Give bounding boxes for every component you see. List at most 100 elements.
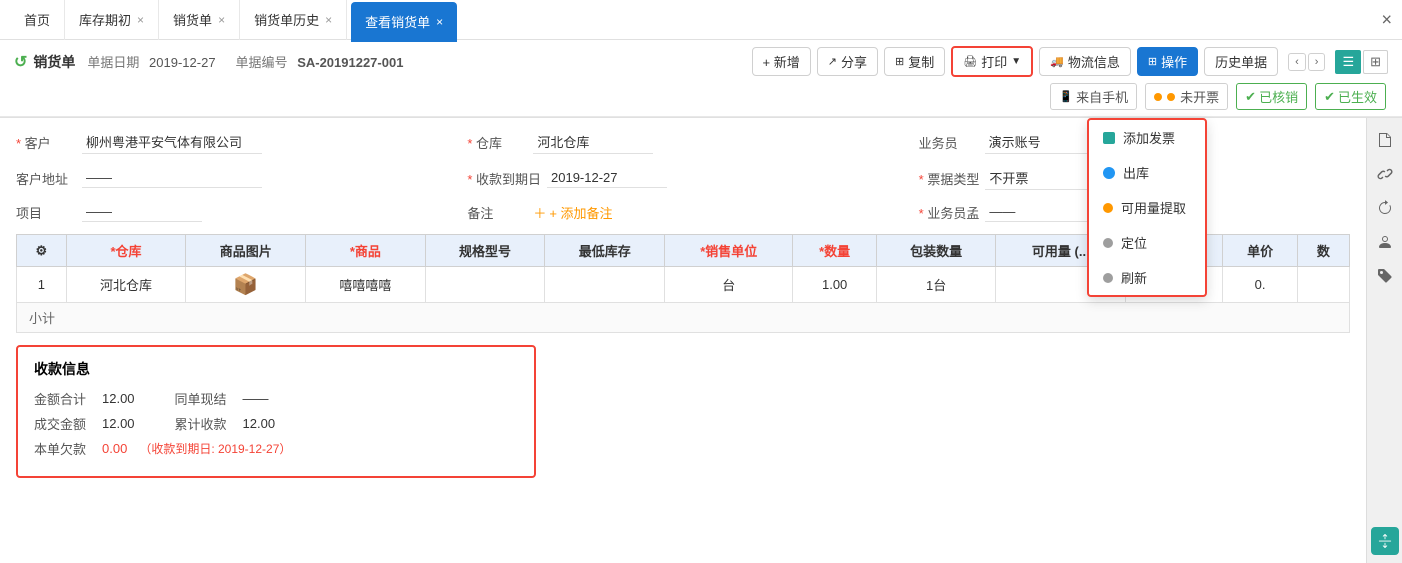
col-quantity: *数量 <box>793 235 876 267</box>
add-remark-btn[interactable]: ＋ + 添加备注 <box>533 203 612 222</box>
date-label: 单据日期 2019-12-27 <box>87 52 215 71</box>
same-order-value: —— <box>243 391 269 406</box>
row-index: 1 <box>17 267 67 303</box>
prev-doc-btn[interactable]: ‹ <box>1288 53 1306 71</box>
right-sidebar <box>1366 118 1402 563</box>
dropdown-locate[interactable]: 定位 <box>1089 225 1205 260</box>
customer-label: 客户 <box>16 133 76 152</box>
tab-close-sales-order[interactable]: × <box>218 13 225 27</box>
history-button[interactable]: 历史单据 <box>1204 47 1278 76</box>
add-invoice-icon <box>1103 132 1115 144</box>
nav-arrows: ‹ › <box>1288 53 1325 71</box>
dropdown-refresh[interactable]: 刷新 <box>1089 260 1205 295</box>
number-label: 单据编号 SA-20191227-001 <box>236 52 404 71</box>
tab-inventory-init[interactable]: 库存期初 × <box>65 0 159 40</box>
sidebar-expand-icon[interactable] <box>1371 527 1399 555</box>
customer-field: 客户 柳州粤港平安气体有限公司 <box>16 130 447 154</box>
staff-label: 业务员 <box>919 133 979 152</box>
col-unit: *销售单位 <box>665 235 793 267</box>
available-pick-icon <box>1103 203 1113 213</box>
address-label: 客户地址 <box>16 169 76 188</box>
dropdown-add-invoice[interactable]: 添加发票 <box>1089 120 1205 155</box>
locate-icon <box>1103 238 1113 248</box>
tab-bar: 首页 库存期初 × 销货单 × 销货单历史 × 查看销货单 × × <box>0 0 1402 40</box>
sidebar-user-icon[interactable] <box>1371 228 1399 256</box>
row-image: 📦 <box>186 267 306 303</box>
product-image-icon: 📦 <box>233 274 258 296</box>
cumulative-item: 累计收款 12.00 <box>175 414 276 433</box>
not-open-btn[interactable]: 未开票 <box>1145 83 1228 110</box>
tab-home[interactable]: 首页 <box>10 0 65 40</box>
operations-dropdown: 添加发票 出库 可用量提取 定位 刷新 <box>1087 118 1207 297</box>
remark-label: 备注 <box>467 203 527 222</box>
total-amount-value: 12.00 <box>102 391 135 406</box>
project-field: 项目 —— <box>16 202 447 222</box>
col-spec: 规格型号 <box>425 235 545 267</box>
address-field: 客户地址 —— <box>16 168 447 188</box>
warehouse-field: 仓库 河北仓库 <box>467 130 898 154</box>
tab-close-history[interactable]: × <box>325 13 332 27</box>
doc-title-area: ↺ 销货单 <box>14 52 75 72</box>
payment-box: 收款信息 金额合计 12.00 同单现结 —— 成交金额 12.00 累计收款 <box>16 345 536 478</box>
warehouse-value: 河北仓库 <box>533 130 653 154</box>
row-product: 嘻嘻嘻嘻 <box>306 267 426 303</box>
dropdown-available-pick[interactable]: 可用量提取 <box>1089 190 1205 225</box>
add-button[interactable]: + 新增 <box>752 47 811 76</box>
col-gear: ⚙ <box>17 235 67 267</box>
col-image: 商品图片 <box>186 235 306 267</box>
due-date-field: 收款到期日 2019-12-27 <box>467 168 898 188</box>
tab-sales-history[interactable]: 销货单历史 × <box>240 0 347 40</box>
transaction-value: 12.00 <box>102 416 135 431</box>
sidebar-rotate-icon[interactable] <box>1371 194 1399 222</box>
from-phone-btn[interactable]: 📱 来自手机 <box>1050 83 1137 110</box>
view-toggle: ☰ ⊞ <box>1335 50 1388 74</box>
grid-view-btn[interactable]: ⊞ <box>1363 50 1388 74</box>
payment-row-3: 本单欠款 0.00 （收款到期日: 2019-12-27） <box>34 439 518 458</box>
remark-field: 备注 ＋ + 添加备注 <box>467 203 898 222</box>
row-amount <box>1297 267 1349 303</box>
verify-btn[interactable]: ✔ 已核销 <box>1236 83 1307 110</box>
row-min-stock <box>545 267 665 303</box>
effective-check-icon: ✔ <box>1324 89 1335 105</box>
sidebar-link-icon[interactable] <box>1371 160 1399 188</box>
tab-sales-order[interactable]: 销货单 × <box>159 0 240 40</box>
doc-meta: 单据日期 2019-12-27 单据编号 SA-20191227-001 <box>87 52 403 71</box>
refresh-icon <box>1103 273 1113 283</box>
row-pack-qty: 1台 <box>876 267 996 303</box>
sidebar-tag-icon[interactable] <box>1371 262 1399 290</box>
share-button[interactable]: ↗ 分享 <box>817 47 878 76</box>
subtotal-row: 小计 <box>17 303 1350 333</box>
payment-row-2: 成交金额 12.00 累计收款 12.00 <box>34 414 518 433</box>
tab-close-check[interactable]: × <box>436 15 443 29</box>
row-unit: 台 <box>665 267 793 303</box>
logistics-button[interactable]: 🚚 物流信息 <box>1039 47 1131 76</box>
project-value: —— <box>82 202 202 222</box>
col-amount: 数 <box>1297 235 1349 267</box>
payment-title: 收款信息 <box>34 359 518 379</box>
row-unit-price: 0. <box>1223 267 1298 303</box>
transaction-item: 成交金额 12.00 <box>34 414 135 433</box>
list-view-btn[interactable]: ☰ <box>1335 50 1361 74</box>
row-spec <box>425 267 545 303</box>
phone-icon: 📱 <box>1059 90 1073 103</box>
next-doc-btn[interactable]: › <box>1308 53 1326 71</box>
owed-note: （收款到期日: 2019-12-27） <box>139 440 291 457</box>
dropdown-out-warehouse[interactable]: 出库 <box>1089 155 1205 190</box>
copy-button[interactable]: ⊞ 复制 <box>884 47 945 76</box>
tab-close-inventory[interactable]: × <box>137 13 144 27</box>
col-pack-qty: 包装数量 <box>876 235 996 267</box>
customer-value: 柳州粤港平安气体有限公司 <box>82 130 262 154</box>
operations-button[interactable]: ⊞ 操作 <box>1137 47 1198 76</box>
col-warehouse: *仓库 <box>66 235 186 267</box>
window-close-btn[interactable]: × <box>1381 9 1392 30</box>
orange-dot-icon <box>1167 93 1175 101</box>
tab-check-sales[interactable]: 查看销货单 × <box>351 2 457 42</box>
due-date-label: 收款到期日 <box>467 169 541 188</box>
effective-btn[interactable]: ✔ 已生效 <box>1315 83 1386 110</box>
col-min-stock: 最低库存 <box>545 235 665 267</box>
print-button[interactable]: 🖨 打印 ▼ <box>951 46 1033 77</box>
row-quantity: 1.00 <box>793 267 876 303</box>
sidebar-doc-icon[interactable] <box>1371 126 1399 154</box>
subtotal-label: 小计 <box>17 303 1350 333</box>
row-warehouse: 河北仓库 <box>66 267 186 303</box>
